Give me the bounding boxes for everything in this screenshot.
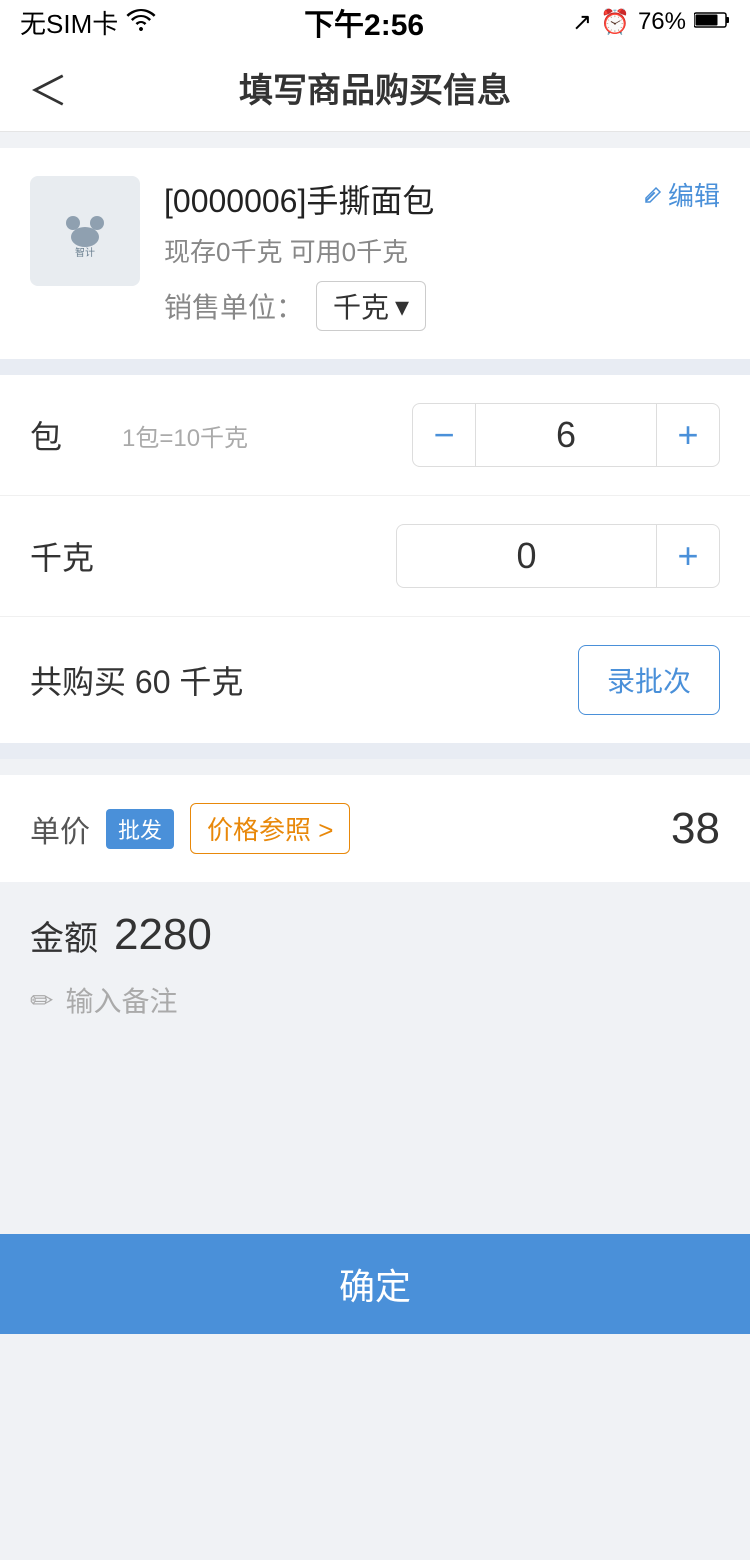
back-button[interactable]: ＜ <box>28 59 68 117</box>
location-icon: ↗ <box>572 8 592 37</box>
product-info: [0000006]手撕面包 编辑 现存0千克 可用0千克 销售单位： 千克 ▾ <box>164 176 720 331</box>
divider-2 <box>0 743 750 759</box>
battery-icon <box>694 8 730 36</box>
sim-status: 无SIM卡 <box>20 4 118 41</box>
confirm-button[interactable]: 确定 <box>0 1234 750 1334</box>
pack-qty-input[interactable] <box>476 403 656 467</box>
edit-icon <box>642 184 664 206</box>
status-bar: 无SIM卡 下午2:56 ↗ ⏰ 76% <box>0 0 750 44</box>
total-text: 共购买 60 千克 <box>30 657 243 703</box>
page-title: 填写商品购买信息 <box>239 63 511 112</box>
wifi-icon <box>126 7 156 38</box>
status-time: 下午2:56 <box>304 0 424 44</box>
input-section: 包 1包=10千克 − + 千克 + <box>0 375 750 617</box>
product-name: [0000006]手撕面包 <box>164 176 434 222</box>
product-logo-icon: 智计 <box>55 201 115 261</box>
price-section: 单价 批发 价格参照 > 38 <box>0 775 750 882</box>
alarm-icon: ⏰ <box>600 8 630 37</box>
product-section: 智计 [0000006]手撕面包 编辑 现存0千克 可用0千克 销售单位： 千克… <box>0 148 750 359</box>
pack-hint: 1包=10千克 <box>122 418 412 453</box>
divider-1 <box>0 359 750 375</box>
price-value: 38 <box>671 804 720 854</box>
total-row: 共购买 60 千克 录批次 <box>0 617 750 743</box>
batch-button[interactable]: 录批次 <box>578 645 720 715</box>
status-right: ↗ ⏰ 76% <box>572 8 730 37</box>
price-label: 单价 <box>30 807 90 851</box>
amount-value: 2280 <box>114 910 212 960</box>
note-input[interactable]: 输入备注 <box>65 980 177 1020</box>
battery-level: 76% <box>638 8 686 36</box>
note-row[interactable]: ✏ 输入备注 <box>30 980 720 1060</box>
edit-button[interactable]: 编辑 <box>642 176 720 213</box>
edit-label: 编辑 <box>668 176 720 213</box>
unit-label: 销售单位： <box>164 286 304 326</box>
svg-text:智计: 智计 <box>75 246 95 259</box>
amount-section: 金额 2280 ✏ 输入备注 <box>0 882 750 1060</box>
pencil-icon: ✏ <box>30 984 53 1017</box>
confirm-label: 确定 <box>339 1258 411 1310</box>
price-ref-button[interactable]: 价格参照 > <box>190 803 350 854</box>
pack-label: 包 <box>30 412 110 458</box>
unit-dropdown[interactable]: 千克 ▾ <box>316 281 426 331</box>
pack-plus-button[interactable]: + <box>656 403 720 467</box>
unit-value: 千克 <box>333 286 389 326</box>
kg-label: 千克 <box>30 533 110 579</box>
status-left: 无SIM卡 <box>20 4 156 41</box>
nav-bar: ＜ 填写商品购买信息 <box>0 44 750 132</box>
product-name-row: [0000006]手撕面包 编辑 <box>164 176 720 222</box>
pack-row: 包 1包=10千克 − + <box>0 375 750 496</box>
product-thumbnail: 智计 <box>30 176 140 286</box>
kg-plus-button[interactable]: + <box>656 524 720 588</box>
amount-row: 金额 2280 <box>30 910 720 980</box>
kg-qty-input[interactable] <box>396 524 656 588</box>
price-tag: 批发 <box>106 809 174 849</box>
kg-qty-control: + <box>396 524 720 588</box>
kg-row: 千克 + <box>0 496 750 617</box>
product-stock: 现存0千克 可用0千克 <box>164 232 720 269</box>
pack-minus-button[interactable]: − <box>412 403 476 467</box>
chevron-down-icon: ▾ <box>395 290 409 323</box>
amount-label: 金额 <box>30 911 98 960</box>
price-ref-label: 价格参照 > <box>207 810 333 847</box>
pack-qty-control: − + <box>412 403 720 467</box>
product-unit-row: 销售单位： 千克 ▾ <box>164 281 720 331</box>
